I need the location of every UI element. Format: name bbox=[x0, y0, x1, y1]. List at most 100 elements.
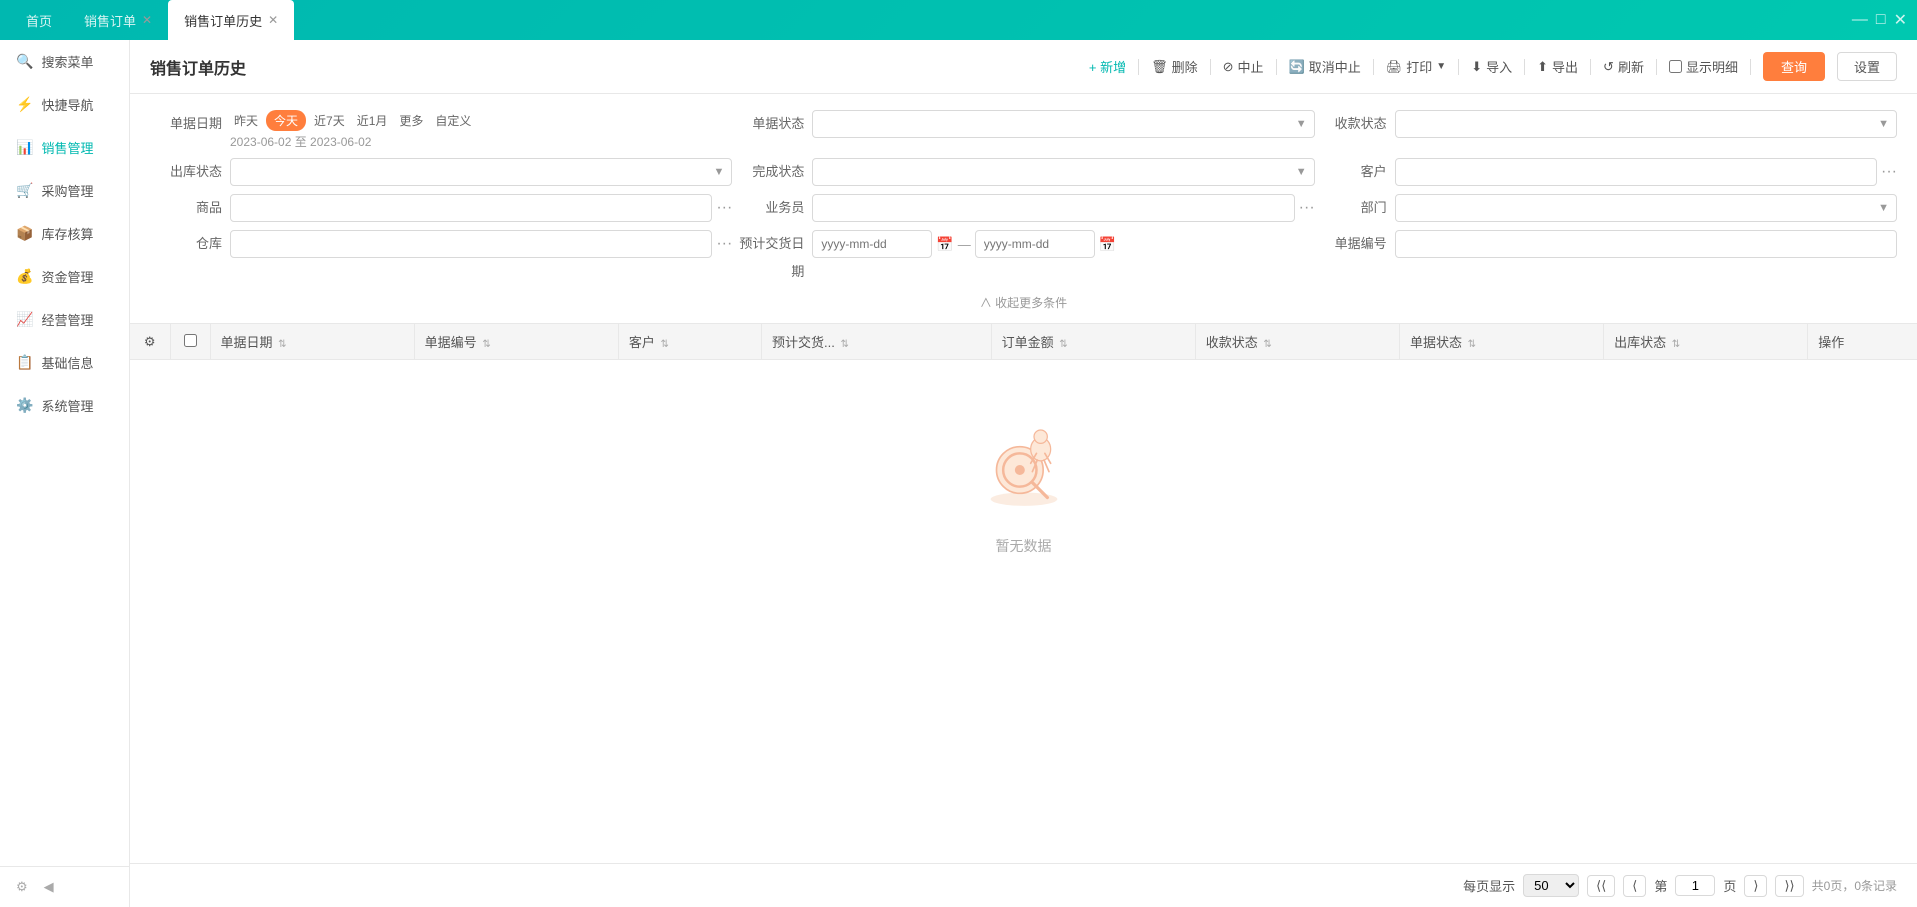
expected-delivery-start-input[interactable] bbox=[812, 230, 932, 258]
refresh-button[interactable]: ↺ 刷新 bbox=[1603, 57, 1644, 76]
delivery-status-select[interactable] bbox=[230, 158, 732, 186]
department-select-wrapper: ▼ bbox=[1395, 194, 1897, 222]
export-button[interactable]: ⬆ 导出 bbox=[1537, 57, 1578, 76]
expected-delivery-start-calendar-icon[interactable]: 📅 bbox=[936, 236, 953, 253]
complete-status-select[interactable] bbox=[812, 158, 1314, 186]
print-button[interactable]: 🖨 打印 ▼ bbox=[1386, 57, 1446, 76]
last-page-btn[interactable]: ⟩⟩ bbox=[1775, 875, 1803, 897]
delivery-status-select-wrapper: ▼ bbox=[230, 158, 732, 186]
trash-icon: 🗑 bbox=[1151, 59, 1168, 75]
expected-delivery-end-calendar-icon[interactable]: 📅 bbox=[1099, 236, 1116, 253]
order-status-select[interactable] bbox=[812, 110, 1314, 138]
display-detail-checkbox-label[interactable]: 显示明细 bbox=[1669, 57, 1738, 76]
new-button[interactable]: + 新增 bbox=[1089, 57, 1126, 76]
date-more-btn[interactable]: 更多 bbox=[395, 110, 427, 131]
tab-sales-order-label: 销售订单 bbox=[84, 11, 136, 30]
th-order-status-sort-icon[interactable]: ⇅ bbox=[1468, 339, 1476, 350]
th-expected-delivery: 预计交货... ⇅ bbox=[762, 324, 992, 360]
stop-icon: ⊘ bbox=[1223, 59, 1234, 75]
th-customer: 客户 ⇅ bbox=[618, 324, 761, 360]
collapse-sidebar-icon[interactable]: ◀ bbox=[44, 879, 54, 895]
filter-salesperson-cell: 业务员 ··· bbox=[732, 190, 1314, 226]
th-order-status: 单据状态 ⇅ bbox=[1399, 324, 1603, 360]
department-select[interactable] bbox=[1395, 194, 1897, 222]
tab-bar: 首页 销售订单 ✕ 销售订单历史 ✕ bbox=[10, 0, 1852, 40]
th-expected-delivery-sort-icon[interactable]: ⇅ bbox=[840, 339, 848, 350]
th-payment-status-sort-icon[interactable]: ⇅ bbox=[1263, 339, 1271, 350]
th-number-sort-icon[interactable]: ⇅ bbox=[482, 339, 490, 350]
prev-page-btn[interactable]: ⟨ bbox=[1623, 875, 1646, 897]
tab-home[interactable]: 首页 bbox=[10, 0, 68, 40]
customer-input[interactable] bbox=[1395, 158, 1877, 186]
date-custom-btn[interactable]: 自定义 bbox=[431, 110, 475, 131]
delete-button[interactable]: 🗑 删除 bbox=[1151, 57, 1198, 76]
warehouse-dots-icon[interactable]: ··· bbox=[716, 235, 732, 253]
goods-input[interactable] bbox=[230, 194, 712, 222]
close-icon[interactable]: ✕ bbox=[1894, 10, 1907, 30]
tab-sales-order[interactable]: 销售订单 ✕ bbox=[68, 0, 168, 40]
sidebar-item-quick-nav[interactable]: ⚡ 快捷导航 bbox=[0, 83, 129, 126]
display-detail-checkbox[interactable] bbox=[1669, 60, 1682, 73]
stop-button[interactable]: ⊘ 中止 bbox=[1223, 57, 1264, 76]
customer-dots-icon[interactable]: ··· bbox=[1881, 163, 1897, 181]
per-page-select[interactable]: 50 10 20 100 bbox=[1523, 874, 1579, 897]
order-number-input[interactable] bbox=[1395, 230, 1897, 258]
filter-row-1: 单据日期 昨天 今天 近7天 近1月 更多 自定义 2023-06-02 至 2… bbox=[150, 106, 1897, 154]
filter-payment-status-cell: 收款状态 ▼ bbox=[1315, 106, 1897, 154]
sidebar-item-inventory[interactable]: 📦 库存核算 bbox=[0, 212, 129, 255]
maximize-icon[interactable]: □ bbox=[1876, 11, 1886, 29]
select-all-checkbox[interactable] bbox=[184, 334, 197, 347]
tab-sales-order-history[interactable]: 销售订单历史 ✕ bbox=[168, 0, 294, 40]
tab-sales-order-close[interactable]: ✕ bbox=[142, 13, 152, 27]
sidebar-item-finance[interactable]: 💰 资金管理 bbox=[0, 255, 129, 298]
page-input[interactable] bbox=[1675, 875, 1715, 896]
table-area: ⚙ 单据日期 ⇅ 单据编号 ⇅ bbox=[130, 324, 1917, 863]
collapse-more-btn[interactable]: ∧ 收起更多条件 bbox=[150, 290, 1897, 315]
query-button[interactable]: 查询 bbox=[1763, 52, 1825, 81]
date-today-btn[interactable]: 今天 bbox=[266, 110, 306, 131]
date-last7-btn[interactable]: 近7天 bbox=[310, 110, 349, 131]
filter-complete-status-label: 完成状态 bbox=[732, 158, 812, 186]
date-yesterday-btn[interactable]: 昨天 bbox=[230, 110, 262, 131]
filter-row-2: 出库状态 ▼ 完成状态 bbox=[150, 154, 1897, 190]
salesperson-input[interactable] bbox=[812, 194, 1294, 222]
warehouse-input[interactable] bbox=[230, 230, 712, 258]
page-label: 第 bbox=[1654, 876, 1667, 895]
date-last1month-btn[interactable]: 近1月 bbox=[353, 110, 392, 131]
th-delivery-status-sort-icon[interactable]: ⇅ bbox=[1672, 339, 1680, 350]
table-settings-icon[interactable]: ⚙ bbox=[144, 334, 156, 349]
sidebar-item-sys-mgmt[interactable]: ⚙️ 系统管理 bbox=[0, 384, 129, 427]
sidebar-item-search-menu[interactable]: 🔍 搜索菜单 bbox=[0, 40, 129, 83]
import-button[interactable]: ⬇ 导入 bbox=[1471, 57, 1512, 76]
import-icon: ⬇ bbox=[1471, 59, 1482, 75]
sidebar-item-quick-nav-label: 快捷导航 bbox=[41, 95, 93, 114]
th-expected-delivery-label: 预计交货... bbox=[772, 335, 835, 350]
sidebar-item-basic-info[interactable]: 📋 基础信息 bbox=[0, 341, 129, 384]
tab-sales-order-history-close[interactable]: ✕ bbox=[268, 13, 278, 27]
table-head: ⚙ 单据日期 ⇅ 单据编号 ⇅ bbox=[130, 324, 1917, 360]
salesperson-dots-icon[interactable]: ··· bbox=[1299, 199, 1315, 217]
sidebar-item-sales-mgmt[interactable]: 📊 销售管理 bbox=[0, 126, 129, 169]
next-page-btn[interactable]: ⟩ bbox=[1744, 875, 1767, 897]
setting-button[interactable]: 设置 bbox=[1837, 52, 1897, 81]
sidebar-item-purchase-mgmt[interactable]: 🛒 采购管理 bbox=[0, 169, 129, 212]
th-date-sort-icon[interactable]: ⇅ bbox=[278, 339, 286, 350]
top-bar: 首页 销售订单 ✕ 销售订单历史 ✕ — □ ✕ bbox=[0, 0, 1917, 40]
filter-goods-content: ··· bbox=[230, 194, 732, 222]
th-amount-label: 订单金额 bbox=[1002, 335, 1054, 350]
th-amount-sort-icon[interactable]: ⇅ bbox=[1059, 339, 1067, 350]
first-page-btn[interactable]: ⟨⟨ bbox=[1587, 875, 1615, 897]
total-text: 共0页，0条记录 bbox=[1812, 877, 1897, 894]
minimize-icon[interactable]: — bbox=[1852, 11, 1868, 29]
date-range-separator: — bbox=[958, 237, 971, 252]
cancel-stop-button[interactable]: 🔄 取消中止 bbox=[1289, 57, 1361, 76]
filter-payment-status-label: 收款状态 bbox=[1315, 110, 1395, 138]
sidebar-item-operation[interactable]: 📈 经营管理 bbox=[0, 298, 129, 341]
goods-dots-icon[interactable]: ··· bbox=[716, 199, 732, 217]
page-header: 销售订单历史 + 新增 🗑 删除 ⊘ 中止 🔄 取消中止 bbox=[130, 40, 1917, 94]
settings-bottom-icon[interactable]: ⚙ bbox=[16, 879, 28, 895]
payment-status-select[interactable] bbox=[1395, 110, 1897, 138]
th-customer-sort-icon[interactable]: ⇅ bbox=[660, 339, 668, 350]
th-delivery-status: 出库状态 ⇅ bbox=[1604, 324, 1808, 360]
expected-delivery-end-input[interactable] bbox=[975, 230, 1095, 258]
